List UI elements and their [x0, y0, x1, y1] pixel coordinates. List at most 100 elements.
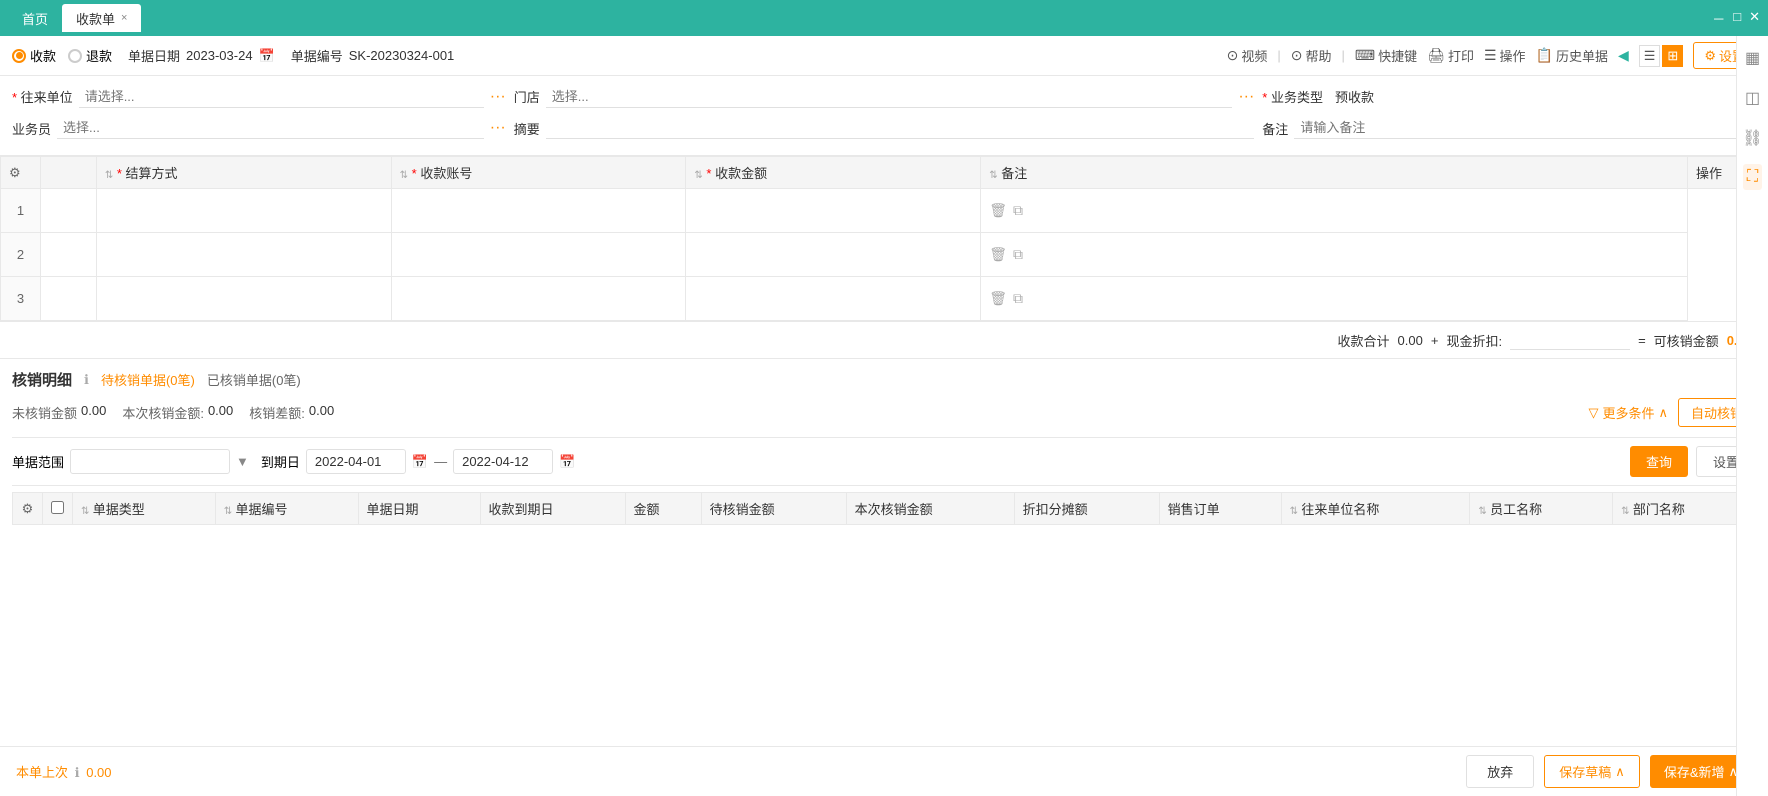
bill-date-calendar-icon[interactable]: 📅 [259, 48, 275, 64]
radio-refund[interactable]: 退款 [68, 46, 112, 65]
help-btn[interactable]: ⊙ 帮助 [1291, 46, 1332, 65]
row-1-remark[interactable] [686, 189, 981, 233]
bottom-col-checkbox[interactable] [43, 493, 73, 525]
due-date-to-input[interactable] [453, 449, 553, 474]
bottom-table: ⚙ ⇅ 单据类型 ⇅ 单据编号 单据日期 [12, 492, 1756, 525]
sidebar-icon-1[interactable]: ▦ [1741, 44, 1764, 72]
row-2-delete-btn[interactable]: 🗑 [989, 246, 1007, 263]
bottom-col-current: 本次核销金额 [846, 493, 1014, 525]
row-2-action: 🗑 ⧉ [981, 233, 1688, 277]
print-icon: 🖨 [1427, 47, 1445, 64]
discount-input[interactable] [1510, 330, 1630, 350]
summary-input[interactable] [546, 117, 1255, 139]
salesperson-more-icon[interactable]: ··· [490, 119, 506, 137]
close-icon[interactable]: ✕ [1749, 9, 1760, 28]
sort-icon-remark: ⇅ [989, 170, 997, 181]
bottom-counterparty-label: 往来单位名称 [1301, 502, 1379, 517]
row-2-amount[interactable] [391, 233, 686, 277]
bottom-col-settings[interactable]: ⚙ [13, 493, 43, 525]
print-btn[interactable]: 🖨 打印 [1427, 46, 1474, 65]
table-gear-icon[interactable]: ⚙ [9, 165, 21, 180]
remark-label: 备注 [1262, 119, 1288, 138]
select-all-checkbox[interactable] [51, 501, 64, 514]
row-3-delete-btn[interactable]: 🗑 [989, 290, 1007, 307]
counterparty-more-icon[interactable]: ··· [490, 88, 506, 106]
row-2-settlement[interactable] [41, 233, 97, 277]
operation-btn[interactable]: ☰ 操作 [1484, 46, 1526, 65]
col-settings-header[interactable]: ⚙ [1, 157, 41, 189]
row-1-action: 🗑 ⧉ [981, 189, 1688, 233]
row-2-copy-btn[interactable]: ⧉ [1013, 246, 1023, 263]
row-2-account[interactable] [96, 233, 391, 277]
receipt-type-radio: 收款 退款 [12, 46, 112, 65]
row-2-action-cell: 🗑 ⧉ [989, 246, 1679, 263]
maximize-icon[interactable]: □ [1733, 9, 1741, 28]
shortcut-btn[interactable]: ⌨ 快捷键 [1355, 46, 1417, 65]
video-btn[interactable]: ⊙ 视频 [1227, 46, 1268, 65]
bottom-col-amount: 金额 [625, 493, 701, 525]
due-date-to-calendar-icon[interactable]: 📅 [559, 454, 575, 470]
tab-receipt[interactable]: 收款单 × [62, 4, 141, 32]
remark-input[interactable] [1294, 117, 1756, 139]
per-bill-info-icon[interactable]: ℹ [75, 765, 80, 780]
tab-close-icon[interactable]: × [121, 12, 127, 24]
diff-value: 0.00 [309, 403, 334, 422]
query-range-select[interactable] [70, 449, 230, 474]
bottom-gear-icon[interactable]: ⚙ [22, 501, 34, 516]
video-icon: ⊙ [1227, 47, 1239, 64]
salesperson-input[interactable] [57, 117, 484, 139]
required-amount: * [706, 166, 711, 181]
row-3-settlement[interactable] [41, 277, 97, 321]
history-icon: 📋 [1536, 47, 1553, 64]
row-3-account[interactable] [96, 277, 391, 321]
sidebar-icon-2[interactable]: ◫ [1741, 84, 1764, 112]
equals-sign: = [1638, 333, 1646, 348]
row-2-remark[interactable] [686, 233, 981, 277]
due-date-from-calendar-icon[interactable]: 📅 [412, 454, 428, 470]
row-1-amount[interactable] [391, 189, 686, 233]
help-label: 帮助 [1306, 46, 1332, 65]
writeoff-header: 核销明细 ℹ 待核销单据(0笔) 已核销单据(0笔) [12, 369, 1756, 390]
bottom-col-receive-date: 收款到期日 [480, 493, 625, 525]
radio-receipt[interactable]: 收款 [12, 46, 56, 65]
row-1-delete-btn[interactable]: 🗑 [989, 202, 1007, 219]
abandon-btn[interactable]: 放弃 [1466, 755, 1534, 788]
toolbar-right: ⊙ 视频 | ⊙ 帮助 | ⌨ 快捷键 🖨 打印 ☰ 操作 📋 [1227, 42, 1756, 69]
pending-tab[interactable]: 待核销单据(0笔) [101, 370, 195, 389]
tab-bar: 首页 收款单 × － □ ✕ [0, 0, 1768, 36]
writeoff-title: 核销明细 [12, 369, 72, 390]
row-3-copy-btn[interactable]: ⧉ [1013, 290, 1023, 307]
form-view-btn[interactable]: ⊞ [1662, 45, 1683, 67]
tab-home[interactable]: 首页 [8, 4, 62, 32]
row-1-copy-btn[interactable]: ⧉ [1013, 202, 1023, 219]
query-range-arrow[interactable]: ▼ [236, 454, 249, 469]
writeoff-info-icon[interactable]: ℹ [84, 372, 89, 388]
history-btn[interactable]: 📋 历史单据 [1536, 46, 1608, 65]
save-draft-btn[interactable]: 保存草稿 ∧ [1544, 755, 1640, 788]
list-view-btn[interactable]: ☰ [1639, 45, 1661, 67]
sort-icon-settlement: ⇅ [105, 170, 113, 181]
store-input[interactable] [546, 86, 1233, 108]
sep2: | [1342, 48, 1345, 63]
row-1-settlement[interactable] [41, 189, 97, 233]
bottom-col-pending: 待核销金额 [701, 493, 846, 525]
due-date-from-input[interactable] [306, 449, 406, 474]
row-3-amount[interactable] [391, 277, 686, 321]
row-3-remark[interactable] [686, 277, 981, 321]
minimize-icon[interactable]: － [1712, 9, 1725, 28]
sort-counterparty: ⇅ [1290, 506, 1298, 517]
more-conditions-btn[interactable]: ▽ 更多条件 ∧ [1588, 403, 1668, 422]
completed-tab[interactable]: 已核销单据(0笔) [207, 370, 301, 389]
history-label: 历史单据 [1556, 46, 1608, 65]
counterparty-input[interactable] [79, 86, 484, 108]
bottom-col-bill-no: ⇅ 单据编号 [215, 493, 358, 525]
tab-home-label: 首页 [22, 9, 48, 28]
query-btn[interactable]: 查询 [1630, 446, 1688, 477]
sidebar-icon-4[interactable]: ⛶ [1743, 164, 1762, 190]
query-row: 单据范围 ▼ 到期日 📅 — 📅 查询 设置 [12, 437, 1756, 486]
video-label: 视频 [1241, 46, 1267, 65]
sidebar-icon-3[interactable]: ⛓ [1738, 124, 1766, 152]
row-1-account[interactable] [96, 189, 391, 233]
store-more-icon[interactable]: ··· [1238, 88, 1254, 106]
nav-left-icon[interactable]: ◀ [1618, 47, 1629, 64]
